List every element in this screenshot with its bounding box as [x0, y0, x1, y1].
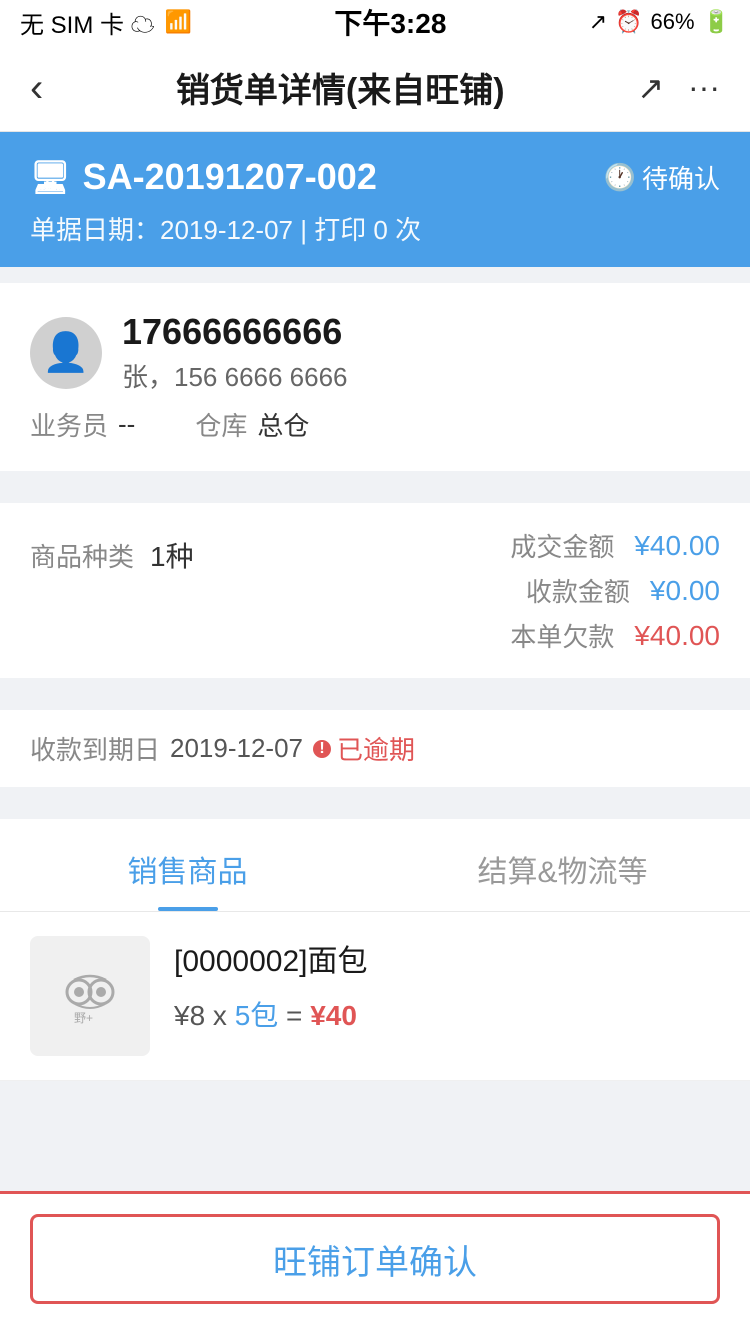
sales-value: -- [118, 409, 135, 440]
order-banner: 🖥 SA-20191207-002 🕐 待确认 单据日期：2019-12-07 … [0, 132, 750, 267]
deal-amount-row: 成交金额 ¥40.00 [510, 527, 720, 564]
battery-icon: 🔋 [703, 9, 730, 35]
avatar-icon: 👤 [42, 331, 89, 375]
due-label: 收款到期日 [30, 730, 160, 767]
customer-name: 张，156 6666 6666 [122, 357, 348, 394]
sales-label: 业务员 [30, 406, 108, 443]
order-status: 🕐 待确认 [604, 159, 720, 196]
divider-2 [0, 678, 750, 694]
received-amount-value: ¥0.00 [650, 575, 720, 607]
wifi-icon: 📶 [165, 9, 192, 35]
overdue-text: 已逾期 [337, 730, 415, 767]
owed-amount-row: 本单欠款 ¥40.00 [510, 617, 720, 654]
customer-info: 17666666666 张，156 6666 6666 [122, 311, 348, 394]
status-left: 无 SIM 卡 ☁ 📶 [20, 5, 192, 40]
overdue-badge: ! 已逾期 [313, 730, 415, 767]
order-id-text: SA-20191207-002 [83, 156, 377, 198]
status-time: 下午3:28 [334, 2, 446, 42]
divider-1 [0, 471, 750, 487]
warehouse-info: 仓库 总仓 [195, 406, 309, 443]
product-info: [0000002]面包 ¥8 x 5包 = ¥40 [174, 936, 720, 1034]
summary-section: 商品种类 1种 成交金额 ¥40.00 收款金额 ¥0.00 本单欠款 ¥40.… [0, 503, 750, 678]
product-logo-icon: 野+ [54, 954, 126, 1038]
avatar: 👤 [30, 317, 102, 389]
summary-right: 成交金额 ¥40.00 收款金额 ¥0.00 本单欠款 ¥40.00 [510, 527, 720, 654]
product-item: 野+ [0000002]面包 ¥8 x 5包 = ¥40 [0, 912, 750, 1081]
received-amount-row: 收款金额 ¥0.00 [526, 572, 720, 609]
product-equals: = [278, 1000, 310, 1031]
product-total: ¥40 [310, 1000, 357, 1031]
customer-phone: 17666666666 [122, 311, 348, 353]
owed-amount-label: 本单欠款 [510, 617, 614, 654]
product-price-row: ¥8 x 5包 = ¥40 [174, 994, 720, 1034]
clock-icon: 🕐 [604, 162, 636, 193]
tab-settlement[interactable]: 结算&物流等 [375, 819, 750, 911]
overdue-icon: ! [313, 740, 331, 758]
page-title: 销货单详情(来自旺铺) [176, 63, 505, 112]
order-id: 🖥 SA-20191207-002 [30, 156, 377, 198]
product-price-base: ¥8 x [174, 1000, 235, 1031]
order-date: 单据日期：2019-12-07 | 打印 0 次 [30, 210, 720, 247]
nav-actions: ↗ ··· [637, 69, 720, 107]
product-thumbnail: 野+ [30, 936, 150, 1056]
category-label: 商品种类 [30, 537, 134, 574]
confirm-button-wrap: 旺铺订单确认 [0, 1191, 750, 1334]
summary-left: 商品种类 1种 [30, 527, 194, 575]
tab-settlement-label: 结算&物流等 [477, 856, 647, 889]
tab-sales-product-label: 销售商品 [128, 856, 248, 889]
warehouse-label: 仓库 [195, 406, 247, 443]
order-banner-top: 🖥 SA-20191207-002 🕐 待确认 [30, 156, 720, 198]
share-icon[interactable]: ↗ [637, 69, 664, 107]
due-date: 2019-12-07 [170, 733, 303, 764]
customer-meta: 业务员 -- 仓库 总仓 [30, 406, 720, 443]
order-icon: 🖥 [30, 158, 71, 196]
location-icon: ↗ [589, 9, 607, 35]
status-bar: 无 SIM 卡 ☁ 📶 下午3:28 ↗ ⏰ 66% 🔋 [0, 0, 750, 44]
status-right: ↗ ⏰ 66% 🔋 [589, 9, 730, 35]
divider-3 [0, 787, 750, 803]
more-icon[interactable]: ··· [688, 69, 720, 106]
received-amount-label: 收款金额 [526, 572, 630, 609]
tabs-header: 销售商品 结算&物流等 [0, 819, 750, 912]
due-section: 收款到期日 2019-12-07 ! 已逾期 [0, 710, 750, 787]
category-value: 1种 [150, 535, 194, 575]
svg-text:野+: 野+ [74, 1011, 93, 1025]
back-button[interactable]: ‹ [30, 68, 43, 108]
order-status-text: 待确认 [642, 159, 720, 196]
battery-label: 66% [651, 9, 695, 35]
customer-top: 👤 17666666666 张，156 6666 6666 [30, 311, 720, 394]
tab-sales-product[interactable]: 销售商品 [0, 819, 375, 911]
tabs-section: 销售商品 结算&物流等 野+ [0000002]面包 [0, 819, 750, 1081]
product-qty: 5包 [235, 1000, 279, 1031]
nav-bar: ‹ 销货单详情(来自旺铺) ↗ ··· [0, 44, 750, 132]
sales-info: 业务员 -- [30, 406, 135, 443]
owed-amount-value: ¥40.00 [634, 620, 720, 652]
alarm-icon: ⏰ [615, 9, 642, 35]
warehouse-value: 总仓 [257, 406, 309, 443]
deal-amount-label: 成交金额 [510, 527, 614, 564]
customer-section: 👤 17666666666 张，156 6666 6666 业务员 -- 仓库 … [0, 283, 750, 471]
sim-label: 无 SIM 卡 ☁ [20, 5, 155, 40]
confirm-order-button[interactable]: 旺铺订单确认 [30, 1214, 720, 1304]
deal-amount-value: ¥40.00 [634, 530, 720, 562]
product-name: [0000002]面包 [174, 936, 720, 980]
